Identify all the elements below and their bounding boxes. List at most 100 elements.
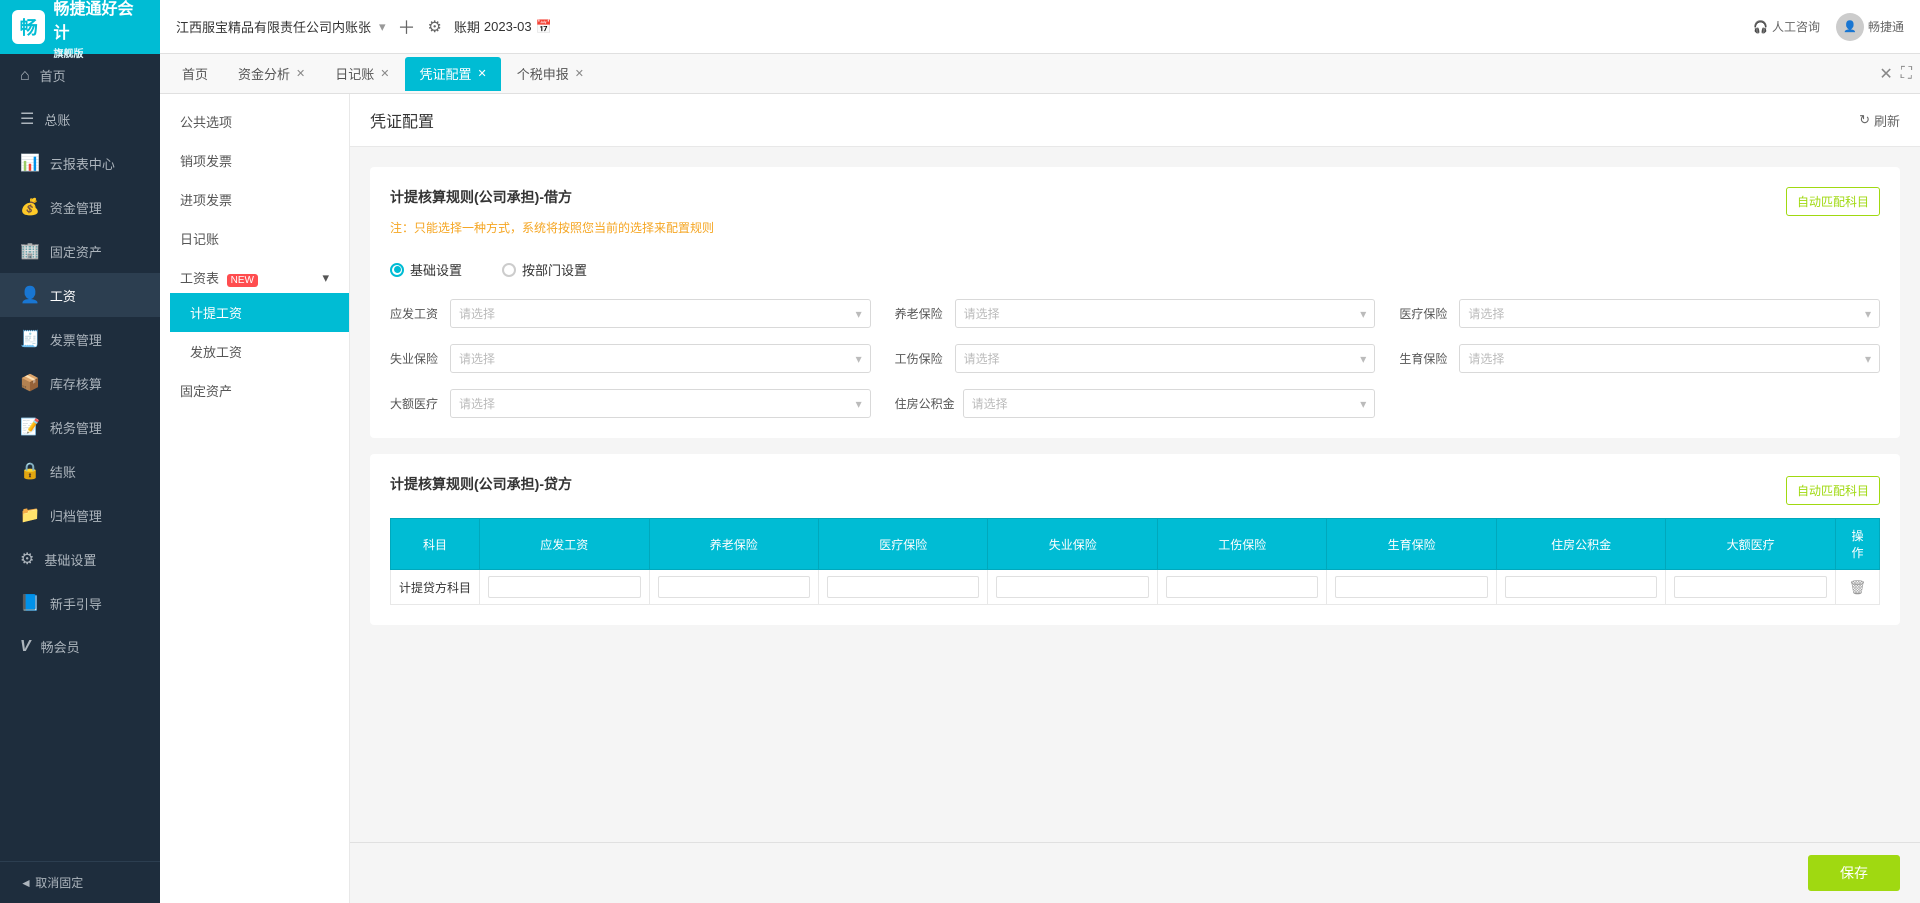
radio-basic[interactable]: 基础设置 bbox=[390, 260, 462, 279]
user-menu[interactable]: 👤 畅捷通 bbox=[1836, 13, 1904, 41]
sidebar-item-reports[interactable]: 📊 云报表中心 bbox=[0, 141, 160, 185]
tab-voucher[interactable]: 凭证配置 ✕ bbox=[405, 57, 500, 91]
select-sybx2[interactable]: 请选择 ▾ bbox=[1459, 344, 1880, 373]
headset-icon: 🎧 bbox=[1753, 20, 1768, 34]
add-account-button[interactable]: ＋ bbox=[398, 14, 416, 40]
cell-action[interactable]: 🗑 bbox=[1835, 570, 1879, 605]
tab-journal-close[interactable]: ✕ bbox=[380, 67, 389, 80]
sub-sidebar-salary-calc[interactable]: 计提工资 bbox=[170, 293, 349, 332]
select-dely[interactable]: 请选择 ▾ bbox=[450, 389, 871, 418]
close-tab-icon[interactable]: ✕ bbox=[1879, 64, 1892, 84]
page-content: 公共选项 销项发票 进项发票 日记账 工资表 NEW ▾ 计提工资 bbox=[160, 94, 1920, 903]
field-zfgjj: 住房公积金 请选择 ▾ bbox=[895, 389, 1376, 418]
cell-sybx2[interactable] bbox=[1327, 570, 1496, 605]
topbar: 江西服宝精品有限责任公司内账张 ▾ ＋ ⚙ 账期 2023-03 📅 🎧 人工咨… bbox=[160, 0, 1920, 54]
sidebar-item-tax[interactable]: 📝 税务管理 bbox=[0, 405, 160, 449]
sub-sidebar: 公共选项 销项发票 进项发票 日记账 工资表 NEW ▾ 计提工资 bbox=[160, 94, 350, 903]
sub-sidebar-purchase[interactable]: 进项发票 bbox=[160, 180, 349, 219]
ledger-icon: ☰ bbox=[20, 109, 34, 129]
cell-yfgz[interactable] bbox=[480, 570, 649, 605]
select-ylbx[interactable]: 请选择 ▾ bbox=[955, 299, 1376, 328]
company-dropdown-icon[interactable]: ▾ bbox=[379, 19, 386, 35]
sub-sidebar-sales[interactable]: 销项发票 bbox=[160, 141, 349, 180]
sidebar-label-reports: 云报表中心 bbox=[50, 154, 115, 173]
tab-tax[interactable]: 个税申报 ✕ bbox=[503, 57, 598, 91]
section1-note: 注：只能选择一种方式，系统将按照您当前的选择来配置规则 bbox=[390, 219, 714, 236]
topbar-settings-icon[interactable]: ⚙ bbox=[428, 17, 442, 37]
new-badge: NEW bbox=[227, 274, 258, 287]
username: 畅捷通 bbox=[1868, 18, 1904, 35]
select-ylbx2[interactable]: 请选择 ▾ bbox=[1459, 299, 1880, 328]
sub-sidebar-salary-pay[interactable]: 发放工资 bbox=[170, 332, 349, 371]
expand-icon[interactable]: ⛶ bbox=[1901, 65, 1912, 83]
sidebar-item-guide[interactable]: 📘 新手引导 bbox=[0, 581, 160, 625]
input-zfgjj[interactable] bbox=[1505, 576, 1657, 598]
sidebar-label-settle: 结账 bbox=[50, 462, 76, 481]
col-gsbx: 工伤保险 bbox=[1157, 519, 1326, 570]
sidebar-item-salary[interactable]: 👤 工资 bbox=[0, 273, 160, 317]
sidebar-item-home[interactable]: ⌂ 首页 bbox=[0, 54, 160, 97]
sub-sidebar-journal[interactable]: 日记账 bbox=[160, 219, 349, 258]
input-sybx2[interactable] bbox=[1335, 576, 1487, 598]
refresh-label: 刷新 bbox=[1874, 111, 1900, 130]
radio-dept-label: 按部门设置 bbox=[522, 260, 587, 279]
sub-sidebar-salary-label: 工资表 bbox=[180, 271, 219, 286]
sidebar-item-invoice[interactable]: 🧾 发票管理 bbox=[0, 317, 160, 361]
select-yfgz-arrow: ▾ bbox=[856, 307, 862, 321]
sub-sidebar-public[interactable]: 公共选项 bbox=[160, 102, 349, 141]
sidebar-item-vip[interactable]: V 畅会员 bbox=[0, 625, 160, 668]
select-ylbx2-placeholder: 请选择 bbox=[1468, 305, 1504, 322]
tab-home-label: 首页 bbox=[182, 64, 208, 83]
input-gsbx[interactable] bbox=[1166, 576, 1318, 598]
input-yfgz[interactable] bbox=[488, 576, 640, 598]
tab-journal[interactable]: 日记账 ✕ bbox=[321, 57, 403, 91]
sidebar-label-assets: 固定资产 bbox=[50, 242, 102, 261]
cell-ylbx2[interactable] bbox=[818, 570, 987, 605]
tab-voucher-close[interactable]: ✕ bbox=[478, 67, 487, 80]
sidebar-item-fund[interactable]: 💰 资金管理 bbox=[0, 185, 160, 229]
input-sybx[interactable] bbox=[996, 576, 1148, 598]
save-button[interactable]: 保存 bbox=[1808, 855, 1900, 891]
select-sybx[interactable]: 请选择 ▾ bbox=[450, 344, 871, 373]
select-yfgz[interactable]: 请选择 ▾ bbox=[450, 299, 871, 328]
sidebar-item-settings[interactable]: ⚙ 基础设置 bbox=[0, 537, 160, 581]
cell-dely[interactable] bbox=[1666, 570, 1835, 605]
sidebar-item-ledger[interactable]: ☰ 总账 bbox=[0, 97, 160, 141]
col-ylbx2: 医疗保险 bbox=[818, 519, 987, 570]
select-zfgjj[interactable]: 请选择 ▾ bbox=[963, 389, 1376, 418]
company-selector[interactable]: 江西服宝精品有限责任公司内账张 ▾ bbox=[176, 17, 386, 36]
sub-sidebar-salary-group[interactable]: 工资表 NEW ▾ bbox=[160, 258, 349, 293]
sidebar-label-salary: 工资 bbox=[50, 286, 76, 305]
calendar-icon[interactable]: 📅 bbox=[536, 19, 552, 35]
tab-fund[interactable]: 资金分析 ✕ bbox=[224, 57, 319, 91]
label-zfgjj: 住房公积金 bbox=[895, 395, 955, 412]
input-ylbx[interactable] bbox=[658, 576, 810, 598]
select-gsbx[interactable]: 请选择 ▾ bbox=[955, 344, 1376, 373]
input-dely[interactable] bbox=[1674, 576, 1826, 598]
tab-tax-close[interactable]: ✕ bbox=[575, 67, 584, 80]
sidebar-label-settings: 基础设置 bbox=[44, 550, 96, 569]
tab-home[interactable]: 首页 bbox=[168, 57, 222, 91]
tab-fund-close[interactable]: ✕ bbox=[296, 67, 305, 80]
cell-zfgjj[interactable] bbox=[1496, 570, 1665, 605]
sidebar-item-assets[interactable]: 🏢 固定资产 bbox=[0, 229, 160, 273]
input-ylbx2[interactable] bbox=[827, 576, 979, 598]
label-yfgz: 应发工资 bbox=[390, 305, 442, 322]
auto-match-debit-button[interactable]: 自动匹配科目 bbox=[1786, 187, 1880, 216]
sub-sidebar-fixed[interactable]: 固定资产 bbox=[160, 371, 349, 410]
cell-gsbx[interactable] bbox=[1157, 570, 1326, 605]
sidebar-label-vip: 畅会员 bbox=[41, 637, 80, 656]
cancel-fixed-button[interactable]: ◄ 取消固定 bbox=[0, 861, 160, 903]
sidebar-item-archive[interactable]: 📁 归档管理 bbox=[0, 493, 160, 537]
sidebar-item-stock[interactable]: 📦 库存核算 bbox=[0, 361, 160, 405]
auto-match-credit-button[interactable]: 自动匹配科目 bbox=[1786, 476, 1880, 505]
refresh-button[interactable]: ↻ 刷新 bbox=[1859, 111, 1900, 130]
cell-sybx[interactable] bbox=[988, 570, 1157, 605]
period-selector[interactable]: 账期 2023-03 📅 bbox=[454, 17, 552, 36]
radio-dept[interactable]: 按部门设置 bbox=[502, 260, 587, 279]
cell-ylbx[interactable] bbox=[649, 570, 818, 605]
sidebar-label-archive: 归档管理 bbox=[50, 506, 102, 525]
sidebar-item-settle[interactable]: 🔒 结账 bbox=[0, 449, 160, 493]
radio-basic-label: 基础设置 bbox=[410, 260, 462, 279]
support-button[interactable]: 🎧 人工咨询 bbox=[1753, 18, 1820, 35]
